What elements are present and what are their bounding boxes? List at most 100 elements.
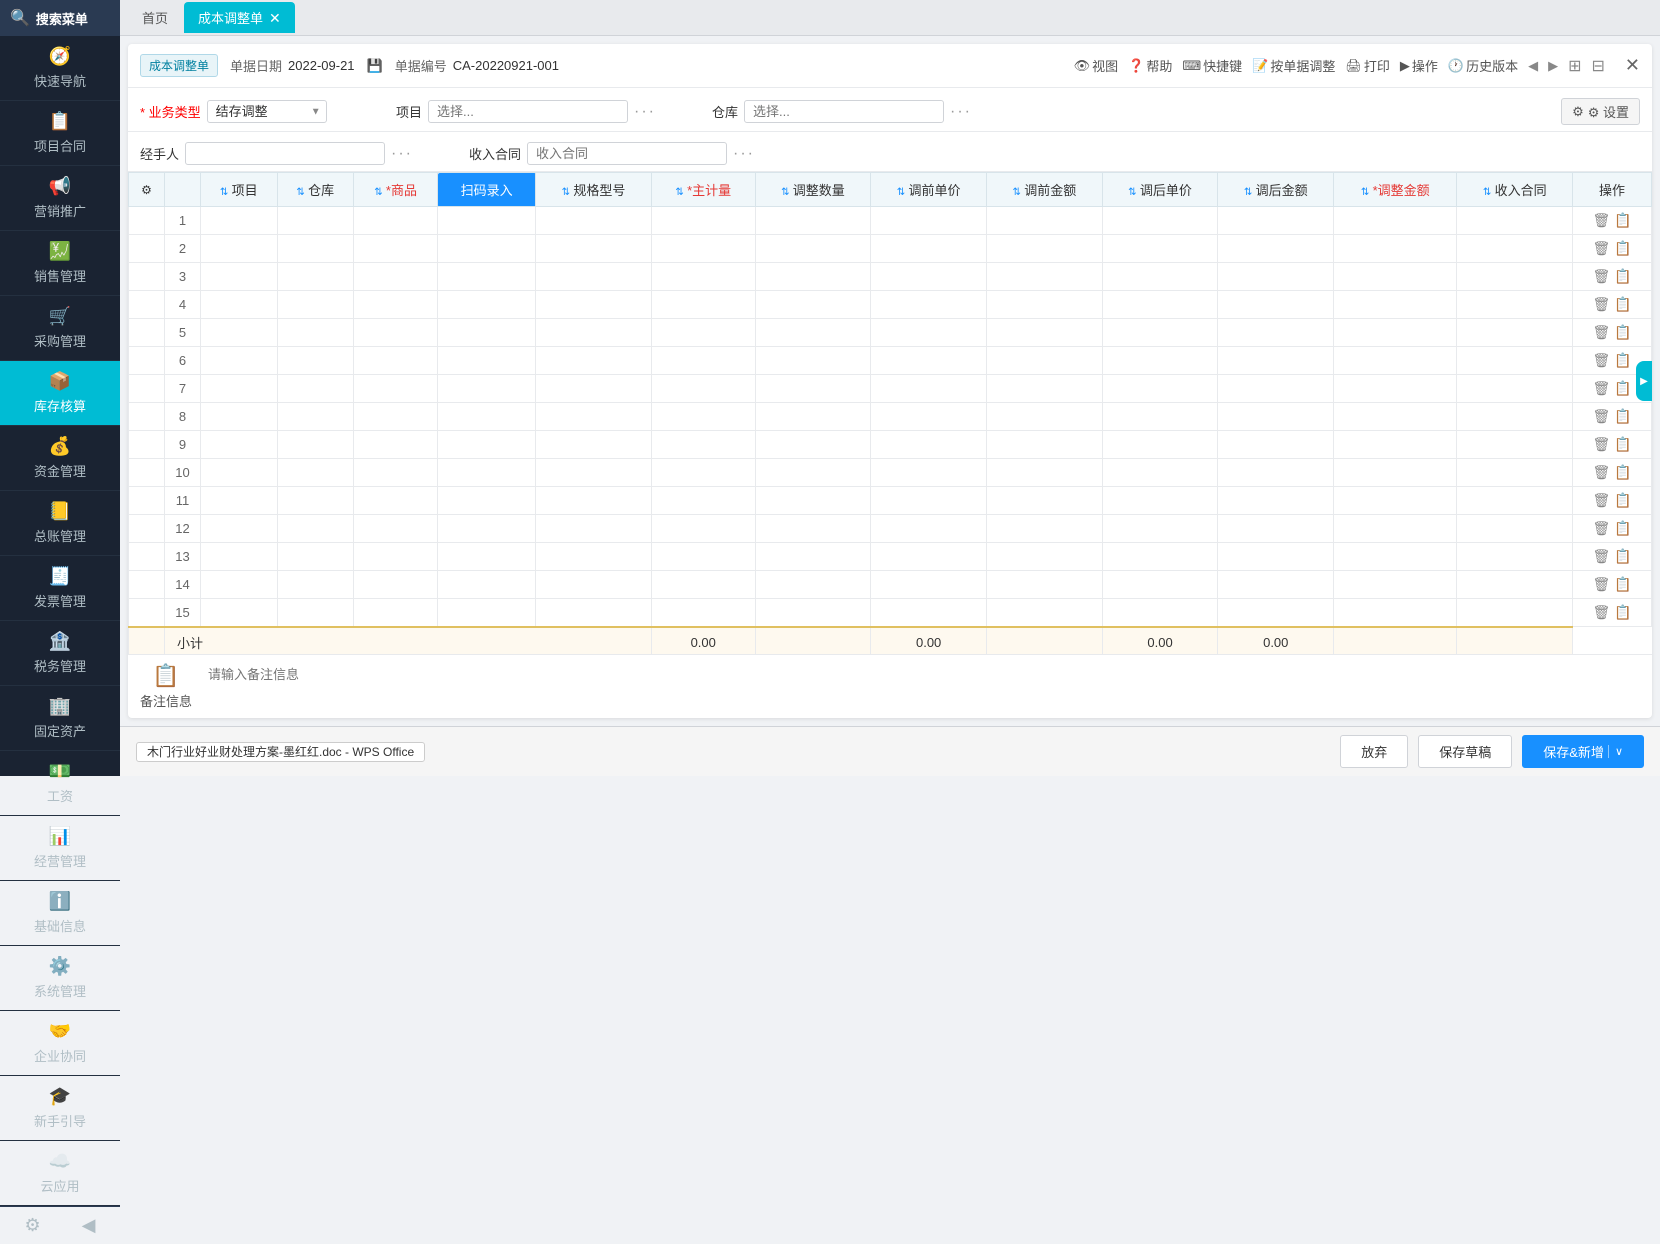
row-copy-icon[interactable]: 📋 (1614, 436, 1631, 453)
col-unit[interactable]: ⇅ *主计量 (651, 173, 755, 207)
cell-adj-amount[interactable] (1334, 459, 1457, 487)
cell-after-amount[interactable] (1218, 571, 1334, 599)
cell-after-amount[interactable] (1218, 543, 1334, 571)
income-contract-dots[interactable]: ··· (733, 145, 755, 163)
cell-prev-amount[interactable] (987, 403, 1103, 431)
cell-scan[interactable] (438, 235, 536, 263)
cell-scan[interactable] (438, 319, 536, 347)
row-copy-icon[interactable]: 📋 (1614, 212, 1631, 229)
warehouse-dots[interactable]: ··· (950, 103, 972, 121)
cell-spec[interactable] (536, 571, 652, 599)
col-after-amount[interactable]: ⇅ 调后金额 (1218, 173, 1334, 207)
cell-income-contract[interactable] (1457, 235, 1573, 263)
cell-after-unit-price[interactable] (1102, 599, 1218, 627)
cell-unit[interactable] (651, 263, 755, 291)
cell-after-unit-price[interactable] (1102, 263, 1218, 291)
cell-prev-amount[interactable] (987, 235, 1103, 263)
cell-prev-unit-price[interactable] (871, 543, 987, 571)
cell-scan[interactable] (438, 403, 536, 431)
cell-unit[interactable] (651, 235, 755, 263)
cell-spec[interactable] (536, 543, 652, 571)
sidebar-search[interactable]: 🔍 搜索菜单 (0, 0, 120, 36)
cell-adj-qty[interactable] (755, 431, 871, 459)
row-copy-icon[interactable]: 📋 (1614, 324, 1631, 341)
cell-unit[interactable] (651, 599, 755, 627)
cell-project[interactable] (201, 235, 278, 263)
cell-adj-qty[interactable] (755, 543, 871, 571)
sidebar-item-payroll[interactable]: 💵 工资 (0, 751, 120, 816)
row-copy-icon[interactable]: 📋 (1614, 520, 1631, 537)
cell-after-unit-price[interactable] (1102, 487, 1218, 515)
cell-adj-amount[interactable] (1334, 291, 1457, 319)
cell-after-amount[interactable] (1218, 403, 1334, 431)
sidebar-item-quick-nav[interactable]: 🧭 快速导航 (0, 36, 120, 101)
cell-goods[interactable] (354, 319, 438, 347)
cell-unit[interactable] (651, 291, 755, 319)
cell-unit[interactable] (651, 207, 755, 235)
cell-after-amount[interactable] (1218, 291, 1334, 319)
cell-adj-qty[interactable] (755, 291, 871, 319)
cell-prev-amount[interactable] (987, 459, 1103, 487)
row-delete-icon[interactable]: 🗑 (1592, 380, 1610, 397)
row-delete-icon[interactable]: 🗑 (1592, 296, 1610, 313)
cell-income-contract[interactable] (1457, 543, 1573, 571)
cell-adj-amount[interactable] (1334, 543, 1457, 571)
cell-project[interactable] (201, 347, 278, 375)
cell-income-contract[interactable] (1457, 431, 1573, 459)
cell-unit[interactable] (651, 487, 755, 515)
cell-unit[interactable] (651, 431, 755, 459)
cell-prev-amount[interactable] (987, 515, 1103, 543)
tab-cost-adjust[interactable]: 成本调整单 ✕ (184, 2, 295, 33)
cell-income-contract[interactable] (1457, 375, 1573, 403)
sidebar-item-project-contract[interactable]: 📋 项目合同 (0, 101, 120, 166)
cell-adj-qty[interactable] (755, 571, 871, 599)
cell-after-unit-price[interactable] (1102, 291, 1218, 319)
cell-adj-amount[interactable] (1334, 431, 1457, 459)
cell-warehouse[interactable] (277, 459, 354, 487)
cell-project[interactable] (201, 599, 278, 627)
cell-after-amount[interactable] (1218, 459, 1334, 487)
cell-project[interactable] (201, 375, 278, 403)
right-accent[interactable]: ▶ (1636, 361, 1652, 401)
cell-prev-amount[interactable] (987, 263, 1103, 291)
cell-scan[interactable] (438, 459, 536, 487)
collapse-icon[interactable]: ⊟ (1592, 56, 1605, 76)
action-history[interactable]: 🕐 历史版本 (1448, 56, 1518, 75)
cell-warehouse[interactable] (277, 235, 354, 263)
cell-scan[interactable] (438, 599, 536, 627)
cell-goods[interactable] (354, 459, 438, 487)
cell-adj-amount[interactable] (1334, 599, 1457, 627)
cell-goods[interactable] (354, 543, 438, 571)
cell-adj-qty[interactable] (755, 515, 871, 543)
cell-after-unit-price[interactable] (1102, 347, 1218, 375)
col-prev-amount[interactable]: ⇅ 调前金额 (987, 173, 1103, 207)
cell-warehouse[interactable] (277, 319, 354, 347)
project-dots[interactable]: ··· (634, 103, 656, 121)
cell-after-unit-price[interactable] (1102, 207, 1218, 235)
cell-unit[interactable] (651, 375, 755, 403)
cell-after-amount[interactable] (1218, 487, 1334, 515)
cell-adj-amount[interactable] (1334, 263, 1457, 291)
save-new-dropdown-icon[interactable]: ∨ (1608, 745, 1623, 758)
cell-warehouse[interactable] (277, 263, 354, 291)
cell-project[interactable] (201, 207, 278, 235)
row-copy-icon[interactable]: 📋 (1614, 548, 1631, 565)
sidebar-item-purchase-mgmt[interactable]: 🛒 采购管理 (0, 296, 120, 361)
cell-scan[interactable] (438, 571, 536, 599)
cell-scan[interactable] (438, 543, 536, 571)
cell-project[interactable] (201, 319, 278, 347)
cell-scan[interactable] (438, 263, 536, 291)
business-type-select[interactable]: 结存调整 (207, 100, 327, 123)
cell-after-amount[interactable] (1218, 375, 1334, 403)
discard-button[interactable]: 放弃 (1340, 735, 1408, 768)
cell-spec[interactable] (536, 263, 652, 291)
tab-close-button[interactable]: ✕ (269, 11, 281, 25)
cell-after-unit-price[interactable] (1102, 543, 1218, 571)
cell-scan[interactable] (438, 347, 536, 375)
col-settings[interactable]: ⚙ (129, 173, 165, 207)
remarks-input[interactable] (204, 663, 1640, 686)
cell-goods[interactable] (354, 431, 438, 459)
action-print[interactable]: 🖨 打印 (1345, 56, 1390, 75)
cell-adj-qty[interactable] (755, 403, 871, 431)
row-copy-icon[interactable]: 📋 (1614, 380, 1631, 397)
